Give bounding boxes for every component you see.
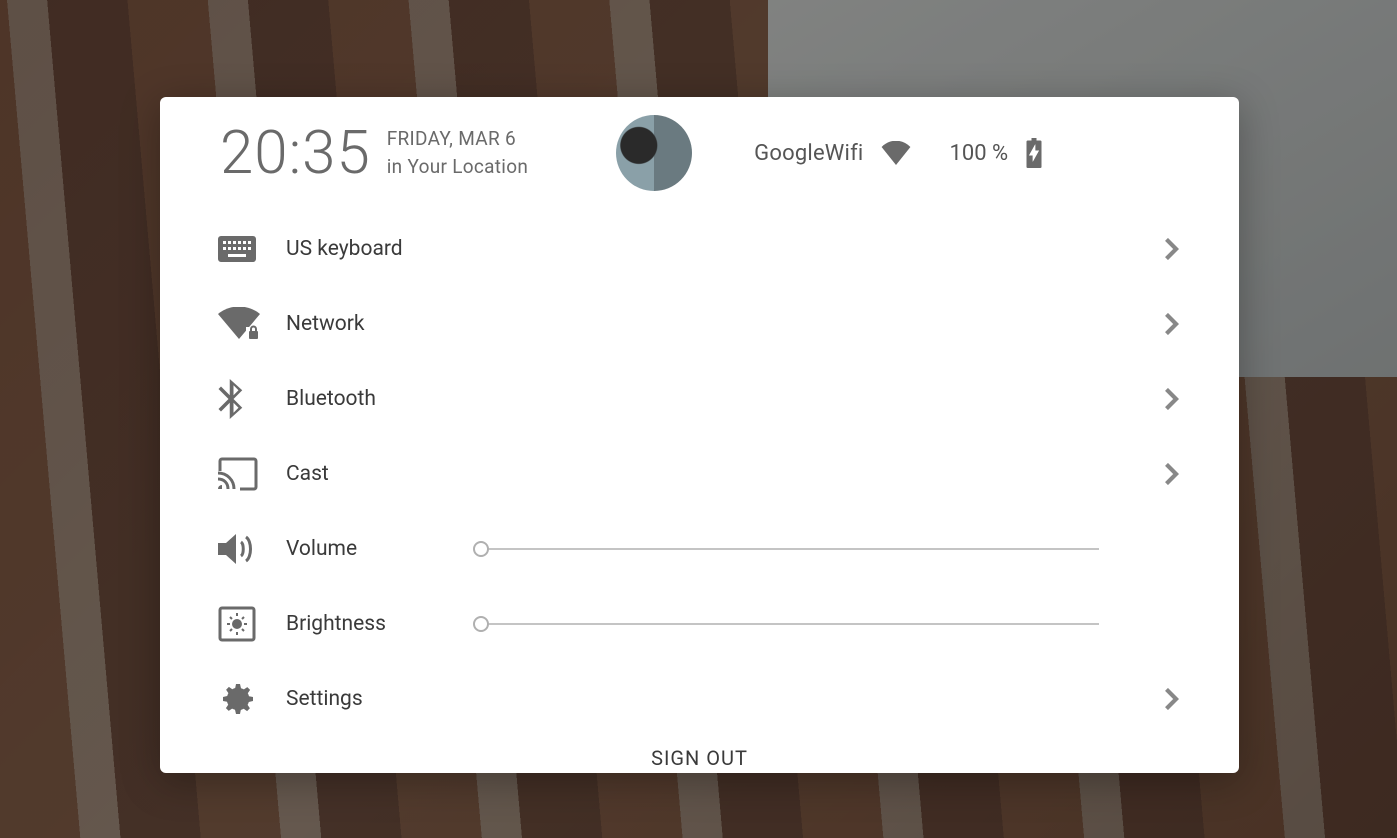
brightness-slider-thumb[interactable] (473, 616, 489, 632)
date-text: FRIDAY, MAR 6 (387, 125, 528, 154)
bluetooth-row[interactable]: Bluetooth (218, 361, 1189, 436)
brightness-icon (218, 606, 286, 642)
cast-icon (218, 457, 286, 491)
wifi-name: GoogleWifi (754, 141, 863, 166)
network-row[interactable]: Network (218, 286, 1189, 361)
keyboard-label: US keyboard (286, 237, 456, 261)
battery-percent: 100 % (949, 141, 1008, 166)
brightness-slider[interactable] (481, 623, 1099, 625)
chevron-right-icon (1165, 313, 1179, 335)
brightness-row: Brightness (218, 586, 1189, 661)
date-block: FRIDAY, MAR 6 in Your Location (387, 125, 528, 182)
volume-slider-thumb[interactable] (473, 541, 489, 557)
status-area: GoogleWifi 100 % (754, 138, 1042, 168)
panel-header: 20:35 FRIDAY, MAR 6 in Your Location Goo… (160, 97, 1239, 201)
menu-list: US keyboard Network Bluetooth (160, 201, 1239, 736)
battery-charging-icon (1026, 138, 1042, 168)
settings-row[interactable]: Settings (218, 661, 1189, 736)
keyboard-row[interactable]: US keyboard (218, 211, 1189, 286)
wifi-icon (881, 141, 911, 165)
location-text: in Your Location (387, 153, 528, 182)
brightness-label: Brightness (286, 612, 456, 636)
chevron-right-icon (1165, 463, 1179, 485)
clock-time: 20:35 (220, 123, 371, 183)
bluetooth-icon (218, 379, 286, 419)
chevron-right-icon (1165, 238, 1179, 260)
volume-label: Volume (286, 537, 456, 561)
keyboard-icon (218, 236, 286, 262)
cast-row[interactable]: Cast (218, 436, 1189, 511)
gear-icon (218, 680, 286, 718)
volume-icon (218, 532, 286, 566)
network-label: Network (286, 312, 456, 336)
chevron-right-icon (1165, 388, 1179, 410)
quick-settings-panel: 20:35 FRIDAY, MAR 6 in Your Location Goo… (160, 97, 1239, 773)
bluetooth-label: Bluetooth (286, 387, 456, 411)
volume-slider[interactable] (481, 548, 1099, 550)
volume-row: Volume (218, 511, 1189, 586)
chevron-right-icon (1165, 688, 1179, 710)
wifi-lock-icon (218, 307, 286, 341)
cast-label: Cast (286, 462, 456, 486)
settings-label: Settings (286, 687, 456, 711)
avatar[interactable] (616, 115, 692, 191)
sign-out-button[interactable]: SIGN OUT (160, 736, 1239, 788)
